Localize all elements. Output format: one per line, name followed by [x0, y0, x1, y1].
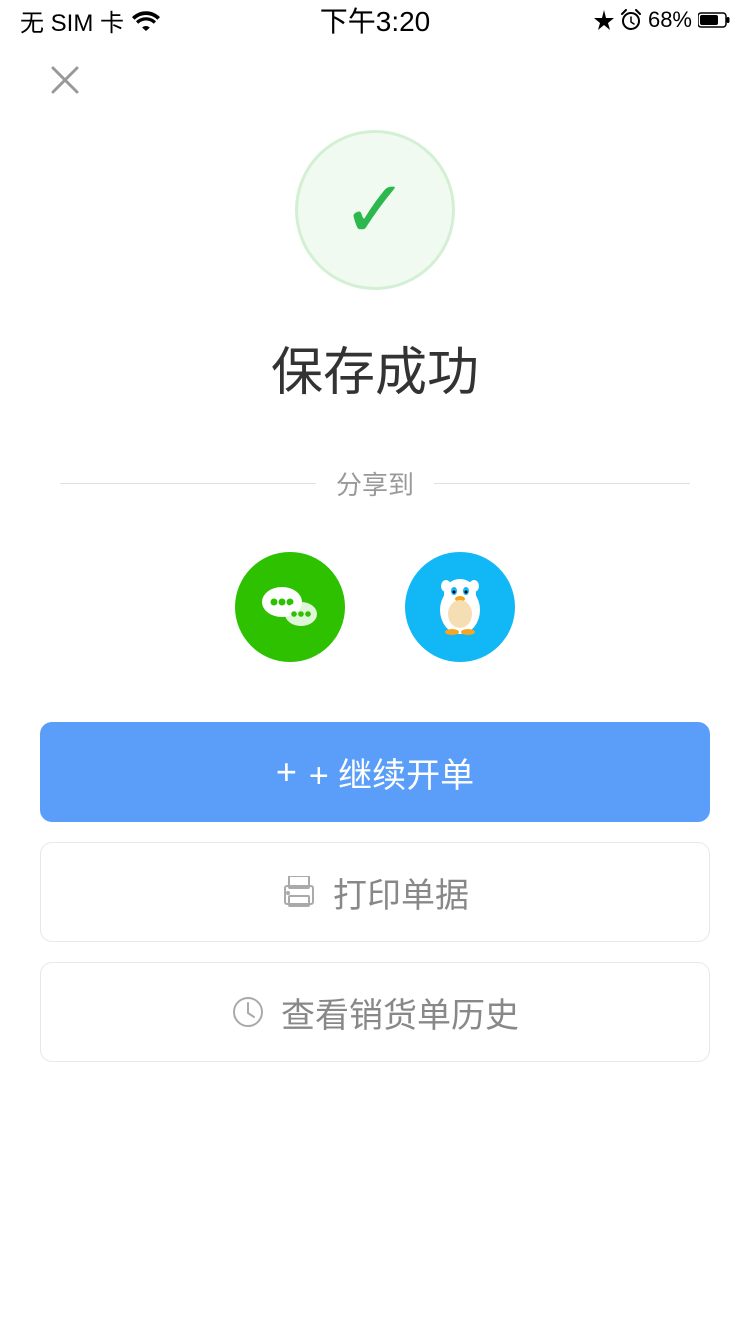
share-icons-row	[235, 552, 515, 662]
wechat-icon	[258, 580, 323, 635]
status-time: 下午3:20	[320, 0, 431, 40]
history-label: 查看销货单历史	[281, 988, 519, 1037]
share-label: 分享到	[336, 465, 414, 502]
close-button[interactable]	[40, 55, 90, 105]
qq-icon	[428, 572, 493, 642]
checkmark-icon: ✓	[341, 170, 408, 250]
status-left: 无 SIM 卡	[20, 3, 160, 38]
divider-left	[60, 483, 316, 484]
battery-label: 68%	[648, 7, 692, 33]
share-section: 分享到	[0, 465, 750, 662]
history-icon	[231, 995, 265, 1029]
status-bar: 无 SIM 卡 下午3:20 68%	[0, 0, 750, 40]
print-icon	[281, 876, 317, 908]
print-button[interactable]: 打印单据	[40, 842, 710, 942]
continue-label: + 继续开单	[309, 748, 474, 797]
close-icon	[49, 64, 81, 96]
print-label: 打印单据	[333, 868, 469, 917]
battery-icon	[698, 11, 730, 29]
no-sim-label: 无 SIM 卡	[20, 3, 124, 38]
share-divider-row: 分享到	[0, 465, 750, 502]
main-content: ✓ 保存成功 分享到	[0, 40, 750, 1062]
history-button[interactable]: 查看销货单历史	[40, 962, 710, 1062]
success-circle: ✓	[295, 130, 455, 290]
divider-right	[434, 483, 690, 484]
success-title: 保存成功	[271, 330, 479, 405]
wechat-share-button[interactable]	[235, 552, 345, 662]
location-icon	[594, 10, 614, 30]
buttons-section: + + 继续开单 打印单据 查看销货单历史	[0, 722, 750, 1062]
alarm-icon	[620, 9, 642, 31]
status-right: 68%	[594, 7, 730, 33]
plus-icon: +	[276, 751, 297, 793]
wifi-icon	[132, 9, 160, 31]
continue-button[interactable]: + + 继续开单	[40, 722, 710, 822]
qq-share-button[interactable]	[405, 552, 515, 662]
